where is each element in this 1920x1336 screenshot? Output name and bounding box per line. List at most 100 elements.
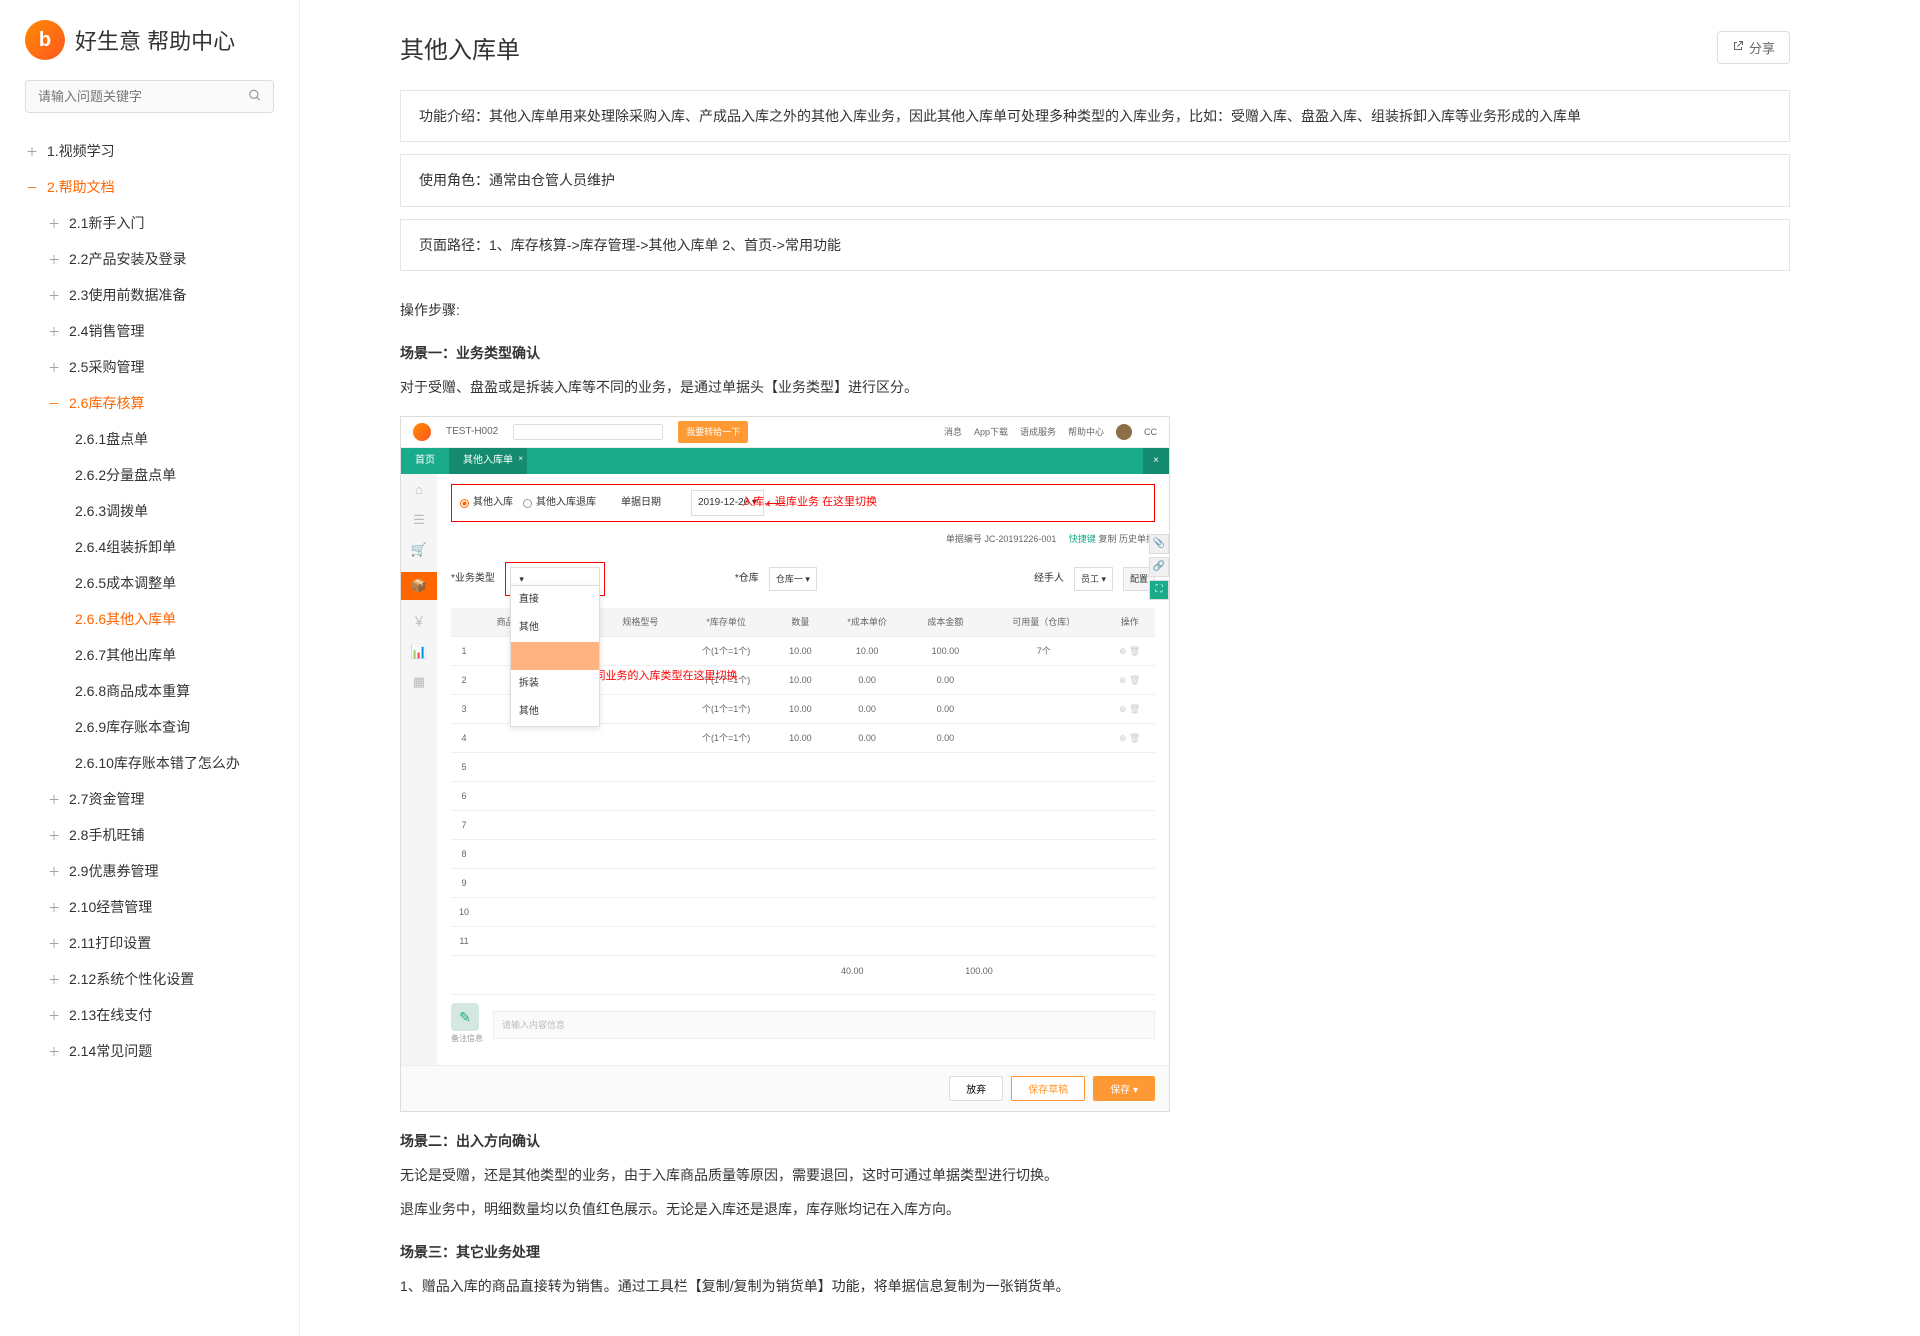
nav-2-7[interactable]: ＋2.7资金管理 — [25, 781, 274, 817]
table-row[interactable]: 5 — [451, 753, 1155, 782]
nav-2-14[interactable]: ＋2.14常见问题 — [25, 1033, 274, 1069]
nav-2-6[interactable]: －2.6库存核算 — [25, 385, 274, 421]
nav-2-9[interactable]: ＋2.9优惠券管理 — [25, 853, 274, 889]
table-row[interactable]: 7 — [451, 811, 1155, 840]
expand-icon[interactable]: ⛶ — [1149, 580, 1169, 600]
nav-2-6-4[interactable]: 2.6.4组装拆卸单 — [25, 529, 274, 565]
memo-icon: ✎ — [451, 1003, 479, 1031]
logo-row: b 好生意 帮助中心 — [25, 20, 274, 60]
minus-icon: － — [25, 180, 39, 194]
scene2-text1: 无论是受赠，还是其他类型的业务，由于入库商品质量等原因，需要退回，这时可通过单据… — [400, 1161, 1790, 1189]
search-icon[interactable] — [248, 88, 262, 105]
box-icon[interactable]: 📦 — [401, 572, 437, 600]
ss-msg-link[interactable]: 消息 — [944, 423, 962, 441]
nav-2-13[interactable]: ＋2.13在线支付 — [25, 997, 274, 1033]
ss-help-link[interactable]: 帮助中心 — [1068, 423, 1104, 441]
ss-tab-current[interactable]: 其他入库单× — [449, 448, 527, 474]
nav-2-6-7[interactable]: 2.6.7其他出库单 — [25, 637, 274, 673]
ss-promo-button[interactable]: 我要转给一下 — [678, 421, 748, 443]
ss-radio-return[interactable]: 其他入库退库 — [523, 493, 596, 513]
plus-icon: ＋ — [47, 360, 61, 374]
close-icon[interactable]: × — [518, 451, 523, 467]
nav-helpdoc[interactable]: －2.帮助文档 — [25, 169, 274, 205]
ss-dd-item[interactable] — [511, 642, 599, 670]
nav-2-6-9[interactable]: 2.6.9库存账本查询 — [25, 709, 274, 745]
nav-2-8[interactable]: ＋2.8手机旺铺 — [25, 817, 274, 853]
nav-2-1[interactable]: ＋2.1新手入门 — [25, 205, 274, 241]
home-icon[interactable]: ⌂ — [411, 482, 427, 498]
nav-2-6-1[interactable]: 2.6.1盘点单 — [25, 421, 274, 457]
nav-2-6-5[interactable]: 2.6.5成本调整单 — [25, 565, 274, 601]
attach-icon[interactable]: 📎 — [1149, 534, 1169, 554]
ss-search-input[interactable] — [513, 424, 663, 440]
table-row[interactable]: 8 — [451, 840, 1155, 869]
ss-body: ⌂ ☰ 🛒 📦 ￥ 📊 ▦ 其他入库 其他入库退库 单据日期 201 — [401, 474, 1169, 1065]
table-row[interactable]: 9 — [451, 869, 1155, 898]
nav-2-2[interactable]: ＋2.2产品安装及登录 — [25, 241, 274, 277]
th-op: 操作 — [1105, 608, 1155, 637]
scene1-title: 场景一：业务类型确认 — [400, 339, 1790, 367]
ss-maker-select[interactable]: 员工 ▾ — [1074, 567, 1113, 591]
row-actions[interactable]: ⊕ 🗑 — [1105, 695, 1155, 724]
row-actions[interactable]: ⊕ 🗑 — [1105, 666, 1155, 695]
table-row[interactable]: 4个(1个=1个)10.000.000.00⊕ 🗑 — [451, 724, 1155, 753]
plus-icon: ＋ — [47, 288, 61, 302]
ss-tabs-close[interactable]: × — [1143, 448, 1169, 474]
nav-2-6-3[interactable]: 2.6.3调拨单 — [25, 493, 274, 529]
th-unit: *库存单位 — [678, 608, 774, 637]
cart-icon[interactable]: 🛒 — [411, 542, 427, 558]
row-actions[interactable]: ⊕ 🗑 — [1105, 724, 1155, 753]
ss-dd-item[interactable]: 拆装 — [511, 670, 599, 698]
memo-label: 备注信息 — [451, 1031, 483, 1047]
nav-2-3[interactable]: ＋2.3使用前数据准备 — [25, 277, 274, 313]
ss-avatar-icon[interactable] — [1116, 424, 1132, 440]
ss-radio-in[interactable]: 其他入库 — [460, 493, 513, 513]
nav-2-6-2[interactable]: 2.6.2分量盘点单 — [25, 457, 274, 493]
ss-dd-item[interactable]: 直接 — [511, 586, 599, 614]
nav-2-6-8[interactable]: 2.6.8商品成本重算 — [25, 673, 274, 709]
ss-tool-shortcut[interactable]: 快捷键 — [1069, 534, 1096, 544]
ss-draft-button[interactable]: 保存草稿 — [1011, 1076, 1085, 1101]
plus-icon: ＋ — [47, 216, 61, 230]
ss-cancel-button[interactable]: 放弃 — [949, 1076, 1003, 1101]
ss-app-link[interactable]: App下载 — [974, 423, 1008, 441]
share-button[interactable]: 分享 — [1717, 31, 1790, 64]
ss-tabs: 首页 其他入库单× × — [401, 448, 1169, 474]
nav-2-6-6[interactable]: 2.6.6其他入库单 — [25, 601, 274, 637]
ss-biz-label: *业务类型 — [451, 569, 495, 589]
nav-2-6-10[interactable]: 2.6.10库存账本错了怎么办 — [25, 745, 274, 781]
grid-icon[interactable]: ▦ — [411, 674, 427, 690]
nav-2-10[interactable]: ＋2.10经营管理 — [25, 889, 274, 925]
ss-dd-item[interactable]: 其他 — [511, 698, 599, 726]
ss-dd-item[interactable]: 其他 — [511, 614, 599, 642]
doc-icon[interactable]: ☰ — [411, 512, 427, 528]
money-icon[interactable]: ￥ — [411, 614, 427, 630]
link-icon[interactable]: 🔗 — [1149, 557, 1169, 577]
ss-service-link[interactable]: 语成服务 — [1020, 423, 1056, 441]
ss-total-amt: 100.00 — [916, 962, 1043, 980]
ss-biz-redbox: ▾ 直接 其他 拆装 其他 — [505, 562, 605, 596]
ss-doc-type-row: 其他入库 其他入库退库 单据日期 2019-12-26 ▾ ⟵ 入库、退库业务 … — [451, 484, 1155, 522]
nav-2-4[interactable]: ＋2.4销售管理 — [25, 313, 274, 349]
ss-tool-copy[interactable]: 复制 — [1098, 534, 1116, 544]
nav-video[interactable]: ＋1.视频学习 — [25, 133, 274, 169]
table-row[interactable]: 6 — [451, 782, 1155, 811]
ss-save-button[interactable]: 保存 ▾ — [1093, 1076, 1155, 1101]
chart-icon[interactable]: 📊 — [411, 644, 427, 660]
ss-tab-home[interactable]: 首页 — [401, 448, 449, 474]
ss-filter-row: *业务类型 ▾ 直接 其他 拆装 其他 — [451, 558, 1155, 600]
row-actions[interactable]: ⊕ 🗑 — [1105, 637, 1155, 666]
nav-2-5[interactable]: ＋2.5采购管理 — [25, 349, 274, 385]
plus-icon: ＋ — [47, 972, 61, 986]
table-row[interactable]: 11 — [451, 927, 1155, 956]
scene2-text2: 退库业务中，明细数量均以负值红色展示。无论是入库还是退库，库存账均记在入库方向。 — [400, 1195, 1790, 1223]
ss-wh-select[interactable]: 仓库一 ▾ — [769, 567, 817, 591]
plus-icon: ＋ — [47, 324, 61, 338]
nav-2-11[interactable]: ＋2.11打印设置 — [25, 925, 274, 961]
nav-2-12[interactable]: ＋2.12系统个性化设置 — [25, 961, 274, 997]
ss-total-row: 40.00 100.00 — [451, 956, 1155, 986]
table-row[interactable]: 10 — [451, 898, 1155, 927]
ss-memo-input[interactable]: 请输入内容信息 — [493, 1011, 1155, 1039]
search-input[interactable] — [25, 80, 274, 113]
scene3-text1: 1、赠品入库的商品直接转为销售。通过工具栏【复制/复制为销货单】功能，将单据信息… — [400, 1272, 1790, 1300]
